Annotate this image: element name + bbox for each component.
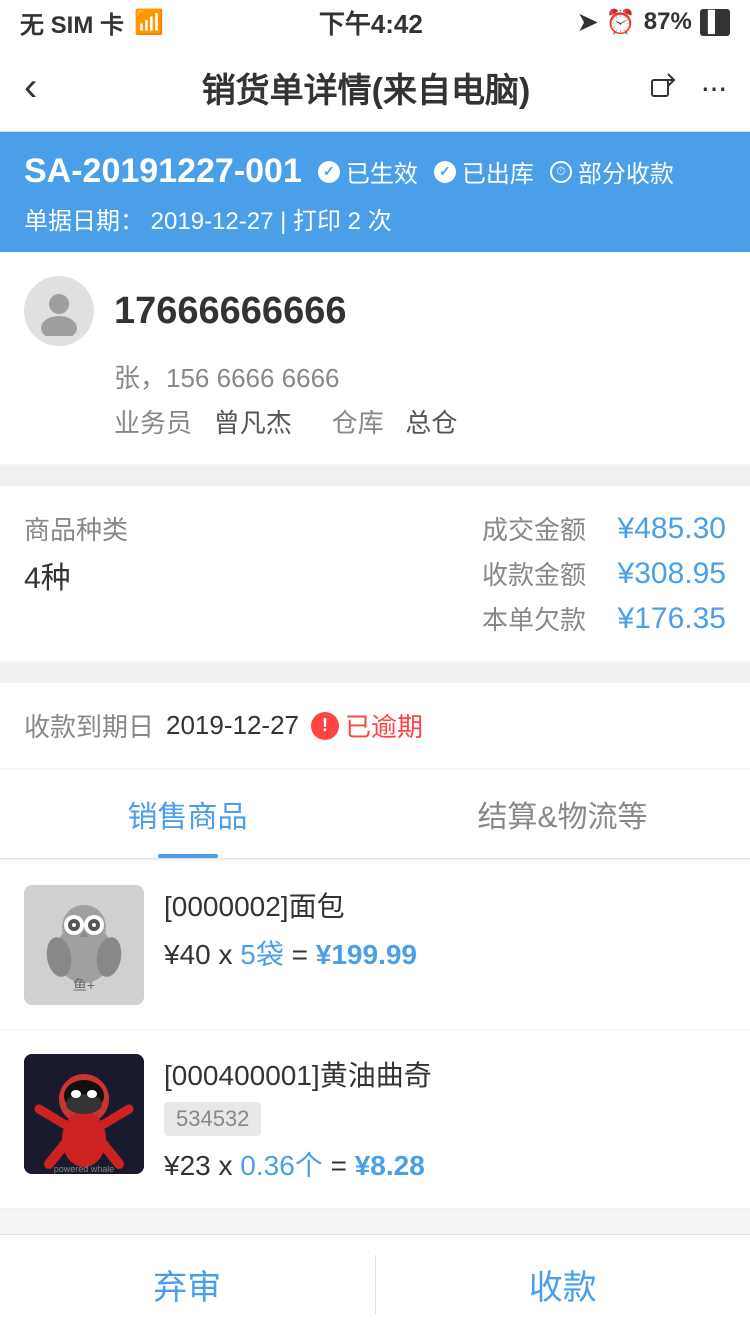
product-list: 鱼+ [0000002]面包 ¥40 x 5袋 = ¥199.99 [0,861,750,1209]
wifi-icon: 📶 [134,8,164,37]
due-date-section: 收款到期日 2019-12-27 ! 已逾期 [0,683,750,768]
avatar [24,276,94,346]
product-base-price-2: ¥23 [164,1150,211,1181]
status-right: ➤ ⏰ 87% ▌ [578,8,730,37]
reject-button[interactable]: 弃审 [0,1235,375,1334]
product-qty-1: 5袋 [240,939,284,970]
check-icon-active [318,161,340,183]
customer-meta: 业务员 曾凡杰 仓库 总仓 [114,403,726,440]
status-partial: ⏱ 部分收款 [550,154,674,189]
product-image-1: 鱼+ [24,885,144,1005]
product-total-2: ¥8.28 [355,1150,425,1181]
receipt-amount-label: 收款金额 [482,555,586,592]
summary-right: 成交金额 ¥485.30 收款金额 ¥308.95 本单欠款 ¥176.35 [482,510,726,637]
overdue-badge: ! 已逾期 [311,707,423,744]
status-partial-label: 部分收款 [578,154,674,189]
status-shipped-label: 已出库 [462,154,534,189]
warehouse-name: 总仓 [405,408,457,438]
amount-row-due: 本单欠款 ¥176.35 [482,600,726,637]
nav-actions: ··· [648,68,726,108]
due-amount-value: ¥176.35 [606,602,726,636]
share-button[interactable] [648,68,680,108]
tab-sales-label: 销售商品 [128,792,248,836]
product-price-2: ¥23 x 0.36个 = ¥8.28 [164,1144,726,1184]
svg-text:鱼+: 鱼+ [73,977,95,993]
check-icon-shipped [434,161,456,183]
product-tag-2: 534532 [164,1102,261,1136]
battery-label: 87% [644,8,692,36]
bottom-bar: 弃审 收款 [0,1234,750,1334]
deal-amount-label: 成交金额 [482,510,586,547]
product-qty-2: 0.36个 [240,1150,323,1181]
tab-sales-products[interactable]: 销售商品 [0,770,375,858]
receipt-amount-value: ¥308.95 [606,557,726,591]
customer-row: 17666666666 [24,276,726,346]
sales-name: 曾凡杰 [214,408,292,438]
overdue-text: 已逾期 [345,707,423,744]
clock-icon: ⏱ [550,161,572,183]
battery-icon: ▌ [700,9,730,36]
order-id: SA-20191227-001 [24,152,302,191]
tab-settlement[interactable]: 结算&物流等 [375,770,750,858]
product-total-1: ¥199.99 [316,939,417,970]
status-active: 已生效 [318,154,418,189]
customer-section: 17666666666 张，156 6666 6666 业务员 曾凡杰 仓库 总… [0,252,750,464]
order-header-row1: SA-20191227-001 已生效 已出库 ⏱ 部分收款 [24,152,726,191]
product-item-1: 鱼+ [0000002]面包 ¥40 x 5袋 = ¥199.99 [0,861,750,1030]
print-info: | 打印 2 次 [280,208,392,235]
more-button[interactable]: ··· [700,69,726,106]
overdue-icon: ! [311,712,339,740]
product-base-price-1: ¥40 [164,939,211,970]
product-image-2: powered whale [24,1054,144,1174]
product-price-1: ¥40 x 5袋 = ¥199.99 [164,933,726,973]
tab-settlement-label: 结算&物流等 [477,792,647,836]
category-label: 商品种类 [24,510,128,547]
separator-1 [0,466,750,486]
due-amount-label: 本单欠款 [482,600,586,637]
summary-section: 商品种类 4种 成交金额 ¥485.30 收款金额 ¥308.95 本单欠款 ¥… [0,486,750,661]
product-name-1: [0000002]面包 [164,885,726,925]
deal-amount-value: ¥485.30 [606,512,726,546]
customer-sub-info: 张，156 6666 6666 [114,358,726,395]
carrier-label: 无 SIM 卡 [20,5,124,40]
tabs-row: 销售商品 结算&物流等 [0,770,750,858]
collect-button[interactable]: 收款 [376,1235,750,1334]
svg-text:powered whale: powered whale [54,1164,115,1174]
product-item-2: powered whale [000400001]黄油曲奇 534532 ¥23… [0,1030,750,1209]
amount-row-deal: 成交金额 ¥485.30 [482,510,726,547]
product-name-2: [000400001]黄油曲奇 [164,1054,726,1094]
customer-phone: 17666666666 [114,290,346,333]
product-info-1: [0000002]面包 ¥40 x 5袋 = ¥199.99 [164,885,726,973]
page-title: 销货单详情(来自电脑) [84,63,648,112]
sales-meta: 业务员 曾凡杰 [114,403,292,440]
back-button[interactable]: ‹ [24,65,84,110]
status-shipped: 已出库 [434,154,534,189]
status-bar: 无 SIM 卡 📶 下午4:42 ➤ ⏰ 87% ▌ [0,0,750,44]
amount-row-receipt: 收款金额 ¥308.95 [482,555,726,592]
tab-underline [158,854,218,858]
summary-left: 商品种类 4种 [24,510,128,597]
due-date-value: 2019-12-27 [166,710,299,741]
time-label: 下午4:42 [319,4,423,41]
category-value: 4种 [24,553,128,597]
warehouse-label: 仓库 [332,408,384,438]
order-header: SA-20191227-001 已生效 已出库 ⏱ 部分收款 单据日期： 201… [0,132,750,252]
location-icon: ➤ [578,8,598,37]
product-info-2: [000400001]黄油曲奇 534532 ¥23 x 0.36个 = ¥8.… [164,1054,726,1184]
sales-label: 业务员 [114,408,192,438]
status-active-label: 已生效 [346,154,418,189]
order-date-row: 单据日期： 2019-12-27 | 打印 2 次 [24,201,726,236]
separator-2 [0,663,750,683]
alarm-icon: ⏰ [606,8,636,37]
order-date: 2019-12-27 [151,208,274,235]
due-date-label: 收款到期日 [24,707,154,744]
status-left: 无 SIM 卡 📶 [20,5,164,40]
nav-bar: ‹ 销货单详情(来自电脑) ··· [0,44,750,132]
date-label: 单据日期： [24,208,144,235]
tabs-section: 销售商品 结算&物流等 [0,770,750,859]
summary-grid: 商品种类 4种 成交金额 ¥485.30 收款金额 ¥308.95 本单欠款 ¥… [24,510,726,637]
warehouse-meta: 仓库 总仓 [332,403,458,440]
